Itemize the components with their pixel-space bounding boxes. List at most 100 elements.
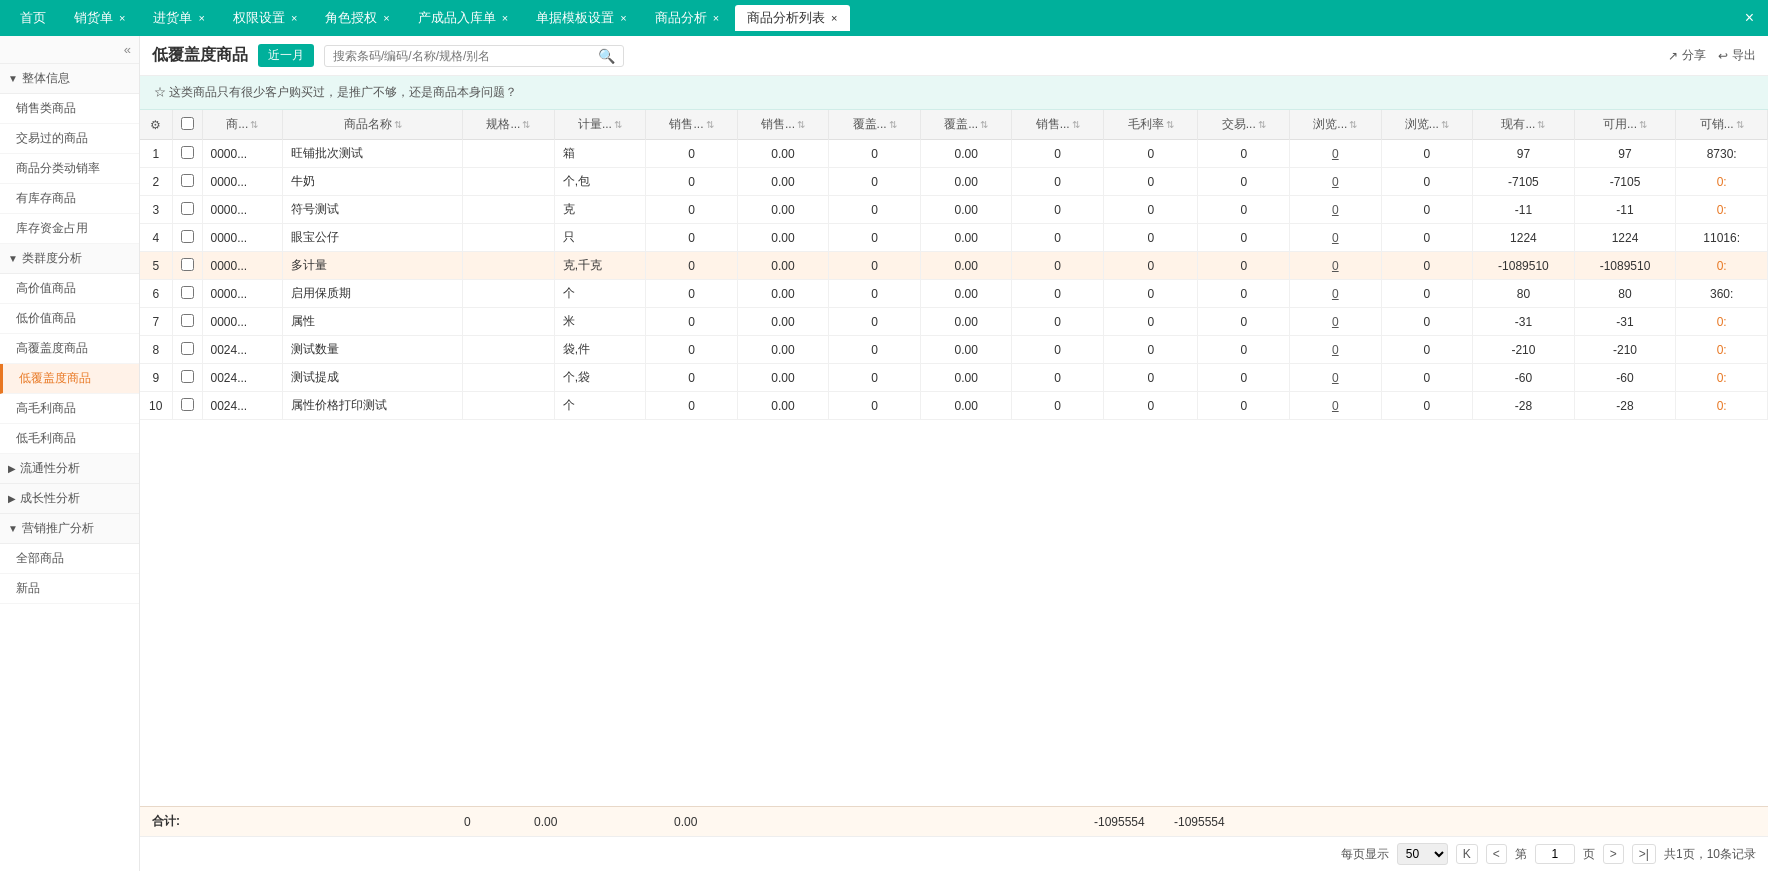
row-checkbox[interactable] <box>181 342 194 355</box>
row-checkbox-cell[interactable] <box>172 308 202 336</box>
close-icon[interactable]: × <box>383 12 389 24</box>
row-checkbox-cell[interactable] <box>172 140 202 168</box>
sidebar-item-new-goods[interactable]: 新品 <box>0 574 139 604</box>
sidebar-item-high-value[interactable]: 高价值商品 <box>0 274 139 304</box>
row-checkbox-cell[interactable] <box>172 168 202 196</box>
row-browse1[interactable]: 0 <box>1290 364 1382 392</box>
close-icon[interactable]: × <box>119 12 125 24</box>
row-checkbox[interactable] <box>181 258 194 271</box>
close-icon[interactable]: × <box>502 12 508 24</box>
share-button[interactable]: ↗ 分享 <box>1668 47 1706 64</box>
th-checkbox[interactable] <box>172 110 202 140</box>
prev-page-button[interactable]: < <box>1486 844 1507 864</box>
row-browse1[interactable]: 0 <box>1290 224 1382 252</box>
th-code[interactable]: 商...⇅ <box>202 110 283 140</box>
th-margin[interactable]: 毛利率⇅ <box>1103 110 1198 140</box>
th-settings[interactable]: ⚙ <box>140 110 172 140</box>
close-all-button[interactable]: × <box>1739 7 1760 29</box>
sidebar-section-overall[interactable]: ▼ 整体信息 <box>0 64 139 94</box>
sidebar-item-in-stock[interactable]: 有库存商品 <box>0 184 139 214</box>
sidebar-section-marketing[interactable]: ▼ 营销推广分析 <box>0 514 139 544</box>
nav-tab-permissions[interactable]: 权限设置 × <box>221 5 309 31</box>
th-coverage2[interactable]: 覆盖...⇅ <box>920 110 1012 140</box>
row-browse1[interactable]: 0 <box>1290 140 1382 168</box>
close-icon[interactable]: × <box>620 12 626 24</box>
sidebar-item-all-goods[interactable]: 全部商品 <box>0 544 139 574</box>
close-icon[interactable]: × <box>198 12 204 24</box>
th-trade[interactable]: 交易...⇅ <box>1198 110 1290 140</box>
row-checkbox-cell[interactable] <box>172 196 202 224</box>
row-checkbox[interactable] <box>181 230 194 243</box>
th-sales3[interactable]: 销售...⇅ <box>1012 110 1104 140</box>
row-checkbox-cell[interactable] <box>172 252 202 280</box>
row-browse1[interactable]: 0 <box>1290 336 1382 364</box>
row-checkbox-cell[interactable] <box>172 392 202 420</box>
table-area[interactable]: ⚙ 商...⇅ 商品名称⇅ 规格...⇅ 计量...⇅ 销售...⇅ 销售...… <box>140 110 1768 806</box>
th-sales-qty[interactable]: 销售...⇅ <box>646 110 738 140</box>
row-checkbox[interactable] <box>181 370 194 383</box>
row-checkbox-cell[interactable] <box>172 280 202 308</box>
sidebar-item-high-coverage[interactable]: 高覆盖度商品 <box>0 334 139 364</box>
row-checkbox[interactable] <box>181 314 194 327</box>
sidebar-section-cluster[interactable]: ▼ 类群度分析 <box>0 244 139 274</box>
period-button[interactable]: 近一月 <box>258 44 314 67</box>
export-button[interactable]: ↩ 导出 <box>1718 47 1756 64</box>
th-saleable[interactable]: 可销...⇅ <box>1676 110 1768 140</box>
row-browse1[interactable]: 0 <box>1290 252 1382 280</box>
nav-tab-warehouse[interactable]: 产成品入库单 × <box>406 5 520 31</box>
th-sales-amt[interactable]: 销售...⇅ <box>737 110 829 140</box>
search-input[interactable] <box>333 49 598 63</box>
search-icon[interactable]: 🔍 <box>598 48 615 64</box>
row-checkbox[interactable] <box>181 286 194 299</box>
last-page-button[interactable]: >| <box>1632 844 1656 864</box>
th-available[interactable]: 可用...⇅ <box>1574 110 1676 140</box>
th-unit[interactable]: 计量...⇅ <box>554 110 646 140</box>
nav-tab-template[interactable]: 单据模板设置 × <box>524 5 638 31</box>
th-spec[interactable]: 规格...⇅ <box>463 110 555 140</box>
sidebar-collapse-btn[interactable]: « <box>0 36 139 64</box>
sidebar-item-sales-goods[interactable]: 销售类商品 <box>0 94 139 124</box>
page-number-input[interactable] <box>1535 844 1575 864</box>
sidebar-item-low-margin[interactable]: 低毛利商品 <box>0 424 139 454</box>
sidebar-item-category-rate[interactable]: 商品分类动销率 <box>0 154 139 184</box>
sidebar-item-low-coverage[interactable]: 低覆盖度商品 <box>0 364 139 394</box>
th-browse2[interactable]: 浏览...⇅ <box>1381 110 1473 140</box>
th-name[interactable]: 商品名称⇅ <box>283 110 463 140</box>
sidebar-section-flow[interactable]: ▶ 流通性分析 <box>0 454 139 484</box>
nav-tab-sales[interactable]: 销货单 × <box>62 5 137 31</box>
first-page-button[interactable]: K <box>1456 844 1478 864</box>
nav-tab-home[interactable]: 首页 <box>8 5 58 31</box>
select-all-checkbox[interactable] <box>181 117 194 130</box>
sidebar-section-growth[interactable]: ▶ 成长性分析 <box>0 484 139 514</box>
th-coverage1[interactable]: 覆盖...⇅ <box>829 110 921 140</box>
row-checkbox[interactable] <box>181 146 194 159</box>
nav-tab-purchase[interactable]: 进货单 × <box>141 5 216 31</box>
per-page-select[interactable]: 50 10 20 100 <box>1397 843 1448 865</box>
row-browse1[interactable]: 0 <box>1290 168 1382 196</box>
th-current[interactable]: 现有...⇅ <box>1473 110 1575 140</box>
close-icon[interactable]: × <box>713 12 719 24</box>
row-browse1[interactable]: 0 <box>1290 280 1382 308</box>
row-available: -28 <box>1574 392 1676 420</box>
row-checkbox-cell[interactable] <box>172 336 202 364</box>
row-checkbox[interactable] <box>181 398 194 411</box>
row-checkbox[interactable] <box>181 202 194 215</box>
row-browse1[interactable]: 0 <box>1290 308 1382 336</box>
row-sales3: 0 <box>1012 364 1104 392</box>
nav-tab-analysis[interactable]: 商品分析 × <box>643 5 731 31</box>
sidebar-item-stock-capital[interactable]: 库存资金占用 <box>0 214 139 244</box>
sidebar-item-low-value[interactable]: 低价值商品 <box>0 304 139 334</box>
row-browse1[interactable]: 0 <box>1290 196 1382 224</box>
next-page-button[interactable]: > <box>1603 844 1624 864</box>
row-checkbox-cell[interactable] <box>172 224 202 252</box>
nav-tab-roles[interactable]: 角色授权 × <box>313 5 401 31</box>
row-checkbox[interactable] <box>181 174 194 187</box>
close-icon[interactable]: × <box>831 12 837 24</box>
row-checkbox-cell[interactable] <box>172 364 202 392</box>
sidebar-item-high-margin[interactable]: 高毛利商品 <box>0 394 139 424</box>
nav-tab-analysis-list[interactable]: 商品分析列表 × <box>735 5 849 31</box>
row-browse1[interactable]: 0 <box>1290 392 1382 420</box>
close-icon[interactable]: × <box>291 12 297 24</box>
sidebar-item-traded-goods[interactable]: 交易过的商品 <box>0 124 139 154</box>
th-browse1[interactable]: 浏览...⇅ <box>1290 110 1382 140</box>
